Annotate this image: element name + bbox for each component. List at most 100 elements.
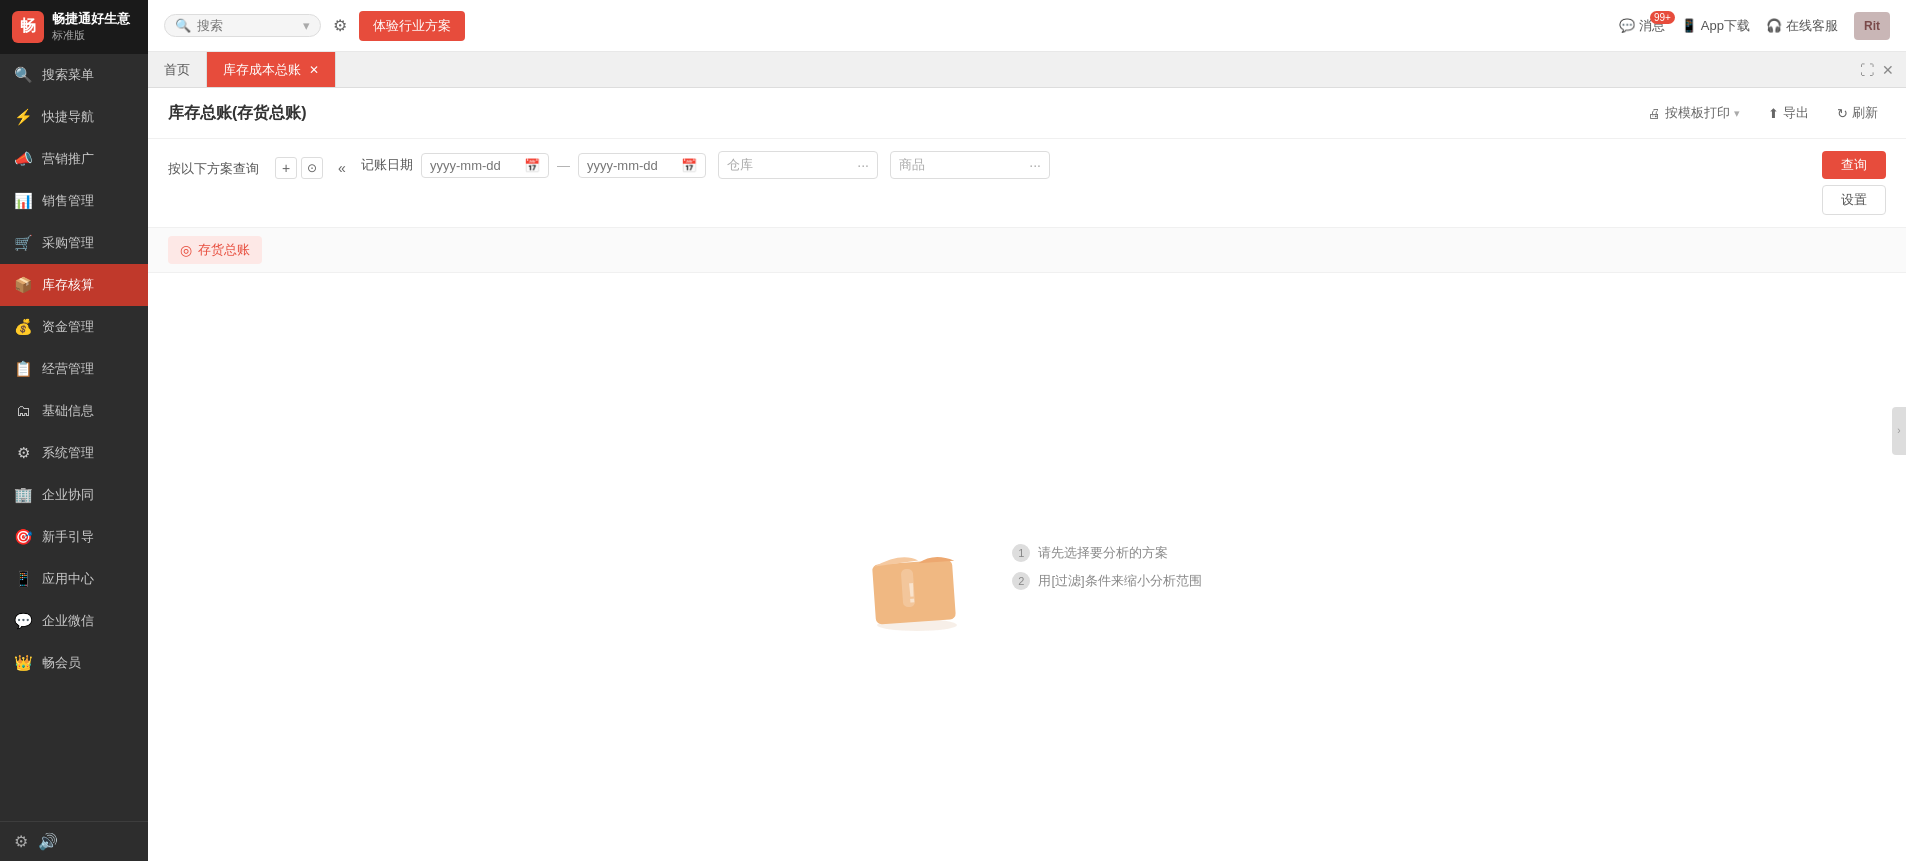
sales-icon: 📊: [14, 192, 32, 210]
sidebar-item-enterprise[interactable]: 🏢 企业协同: [0, 474, 148, 516]
date-separator: —: [557, 158, 570, 173]
message-button[interactable]: 💬 消息 99+: [1619, 17, 1665, 35]
filter-area: 按以下方案查询 + ⊙ « 记账日期 📅 — 📅: [148, 139, 1906, 228]
sidebar-item-purchase[interactable]: 🛒 采购管理: [0, 222, 148, 264]
message-badge: 99+: [1650, 11, 1675, 24]
system-icon: ⚙: [14, 444, 32, 462]
query-button[interactable]: 查询: [1822, 151, 1886, 179]
volume-icon[interactable]: 🔊: [38, 832, 58, 851]
main-area: 🔍 ▾ ⚙ 体验行业方案 💬 消息 99+ 📱 App下载 🎧 在线客服 Rit: [148, 0, 1906, 861]
sidebar-item-label: 快捷导航: [42, 108, 94, 126]
sidebar-item-marketing[interactable]: 📣 营销推广: [0, 138, 148, 180]
enterprise-icon: 🏢: [14, 486, 32, 504]
warehouse-more-icon[interactable]: ···: [857, 157, 869, 173]
phone-icon: 📱: [1681, 18, 1697, 33]
tip-num-2: 2: [1012, 572, 1030, 590]
online-service-button[interactable]: 🎧 在线客服: [1766, 17, 1838, 35]
sidebar-item-member[interactable]: 👑 畅会员: [0, 642, 148, 684]
sidebar-item-finance[interactable]: 💰 资金管理: [0, 306, 148, 348]
empty-illustration: !: [852, 507, 972, 627]
topbar-gear-icon[interactable]: ⚙: [333, 16, 347, 35]
topbar-search-wrap[interactable]: 🔍 ▾: [164, 14, 321, 37]
basicinfo-icon: 🗂: [14, 402, 32, 420]
app-download-button[interactable]: 📱 App下载: [1681, 17, 1750, 35]
date-start-input-wrap[interactable]: 📅: [421, 153, 549, 178]
logo-text: 畅捷通好生意 标准版: [52, 10, 130, 44]
settings-button[interactable]: 设置: [1822, 185, 1886, 215]
sidebar-bottom: ⚙ 🔊: [0, 821, 148, 861]
page-title: 库存总账(存货总账): [168, 103, 307, 124]
filter-add-button[interactable]: +: [275, 157, 297, 179]
date-label: 记账日期: [361, 156, 413, 174]
date-end-input[interactable]: [587, 158, 677, 173]
calendar-end-icon[interactable]: 📅: [681, 158, 697, 173]
app-title: 畅捷通好生意: [52, 10, 130, 28]
sidebar-item-label: 采购管理: [42, 234, 94, 252]
app-subtitle: 标准版: [52, 28, 130, 43]
marketing-icon: 📣: [14, 150, 32, 168]
export-icon: ⬆: [1768, 106, 1779, 121]
scheme-icon: ◎: [180, 242, 192, 258]
sidebar-item-newguide[interactable]: 🎯 新手引导: [0, 516, 148, 558]
sidebar-item-label: 经营管理: [42, 360, 94, 378]
page-actions: 🖨 按模板打印 ▾ ⬆ 导出 ↻ 刷新: [1640, 100, 1886, 126]
sidebar-item-shortcut[interactable]: ⚡ 快捷导航: [0, 96, 148, 138]
logo-icon: 畅: [12, 11, 44, 43]
sidebar-item-sales[interactable]: 📊 销售管理: [0, 180, 148, 222]
print-button[interactable]: 🖨 按模板打印 ▾: [1640, 100, 1748, 126]
sidebar-item-system[interactable]: ⚙ 系统管理: [0, 432, 148, 474]
sidebar-item-search[interactable]: 🔍 搜索菜单: [0, 54, 148, 96]
tabbar: 首页 库存成本总账 ✕ ⛶ ✕: [148, 52, 1906, 88]
sidebar-item-appcenter[interactable]: 📱 应用中心: [0, 558, 148, 600]
tab-home[interactable]: 首页: [148, 52, 207, 87]
shortcut-icon: ⚡: [14, 108, 32, 126]
topbar-search-icon: 🔍: [175, 18, 191, 33]
sidebar-item-label: 系统管理: [42, 444, 94, 462]
tab-close-all-icon[interactable]: ✕: [1882, 62, 1894, 78]
refresh-button[interactable]: ↻ 刷新: [1829, 100, 1886, 126]
warehouse-select[interactable]: 仓库 ···: [718, 151, 878, 179]
scheme-item-inventory[interactable]: ◎ 存货总账: [168, 236, 262, 264]
member-icon: 👑: [14, 654, 32, 672]
right-panel-toggle[interactable]: ›: [1892, 407, 1906, 455]
tip-num-1: 1: [1012, 544, 1030, 562]
sidebar-item-label: 营销推广: [42, 150, 94, 168]
trial-button[interactable]: 体验行业方案: [359, 11, 465, 41]
product-select[interactable]: 商品 ···: [890, 151, 1050, 179]
tab-close-icon[interactable]: ✕: [309, 63, 319, 77]
tab-expand-icon[interactable]: ⛶: [1860, 62, 1874, 78]
filter-plan-button[interactable]: ⊙: [301, 157, 323, 179]
user-avatar[interactable]: Rit: [1854, 12, 1890, 40]
refresh-icon: ↻: [1837, 106, 1848, 121]
topbar-search-input[interactable]: [197, 18, 297, 33]
headset-icon: 🎧: [1766, 18, 1782, 33]
corpwechat-icon: 💬: [14, 612, 32, 630]
date-end-input-wrap[interactable]: 📅: [578, 153, 706, 178]
settings-icon[interactable]: ⚙: [14, 832, 28, 851]
empty-svg-illustration: !: [852, 507, 982, 637]
scheme-area: ◎ 存货总账: [148, 228, 1906, 273]
sidebar-item-label: 资金管理: [42, 318, 94, 336]
topbar-search-dropdown-icon[interactable]: ▾: [303, 18, 310, 33]
sidebar-item-operations[interactable]: 📋 经营管理: [0, 348, 148, 390]
empty-tips: 1 请先选择要分析的方案 2 用[过滤]条件来缩小分析范围: [1012, 544, 1201, 590]
operations-icon: 📋: [14, 360, 32, 378]
date-start-input[interactable]: [430, 158, 520, 173]
sidebar-item-inventory[interactable]: 📦 库存核算: [0, 264, 148, 306]
empty-tip-1: 1 请先选择要分析的方案: [1012, 544, 1201, 562]
topbar-right: 💬 消息 99+ 📱 App下载 🎧 在线客服 Rit: [1619, 12, 1890, 40]
product-more-icon[interactable]: ···: [1029, 157, 1041, 173]
tab-inventory-ledger[interactable]: 库存成本总账 ✕: [207, 52, 336, 87]
search-menu-icon: 🔍: [14, 66, 32, 84]
export-button[interactable]: ⬆ 导出: [1760, 100, 1817, 126]
sidebar-logo: 畅 畅捷通好生意 标准版: [0, 0, 148, 54]
purchase-icon: 🛒: [14, 234, 32, 252]
sidebar: 畅 畅捷通好生意 标准版 🔍 搜索菜单 ⚡ 快捷导航 📣 营销推广 📊 销售管理…: [0, 0, 148, 861]
sidebar-nav: 🔍 搜索菜单 ⚡ 快捷导航 📣 营销推广 📊 销售管理 🛒 采购管理 📦 库存核…: [0, 54, 148, 821]
sidebar-item-corpwechat[interactable]: 💬 企业微信: [0, 600, 148, 642]
calendar-start-icon[interactable]: 📅: [524, 158, 540, 173]
print-dropdown-icon[interactable]: ▾: [1734, 107, 1740, 120]
page-header: 库存总账(存货总账) 🖨 按模板打印 ▾ ⬆ 导出 ↻ 刷新: [148, 88, 1906, 139]
filter-collapse-button[interactable]: «: [331, 157, 353, 179]
sidebar-item-basicinfo[interactable]: 🗂 基础信息: [0, 390, 148, 432]
